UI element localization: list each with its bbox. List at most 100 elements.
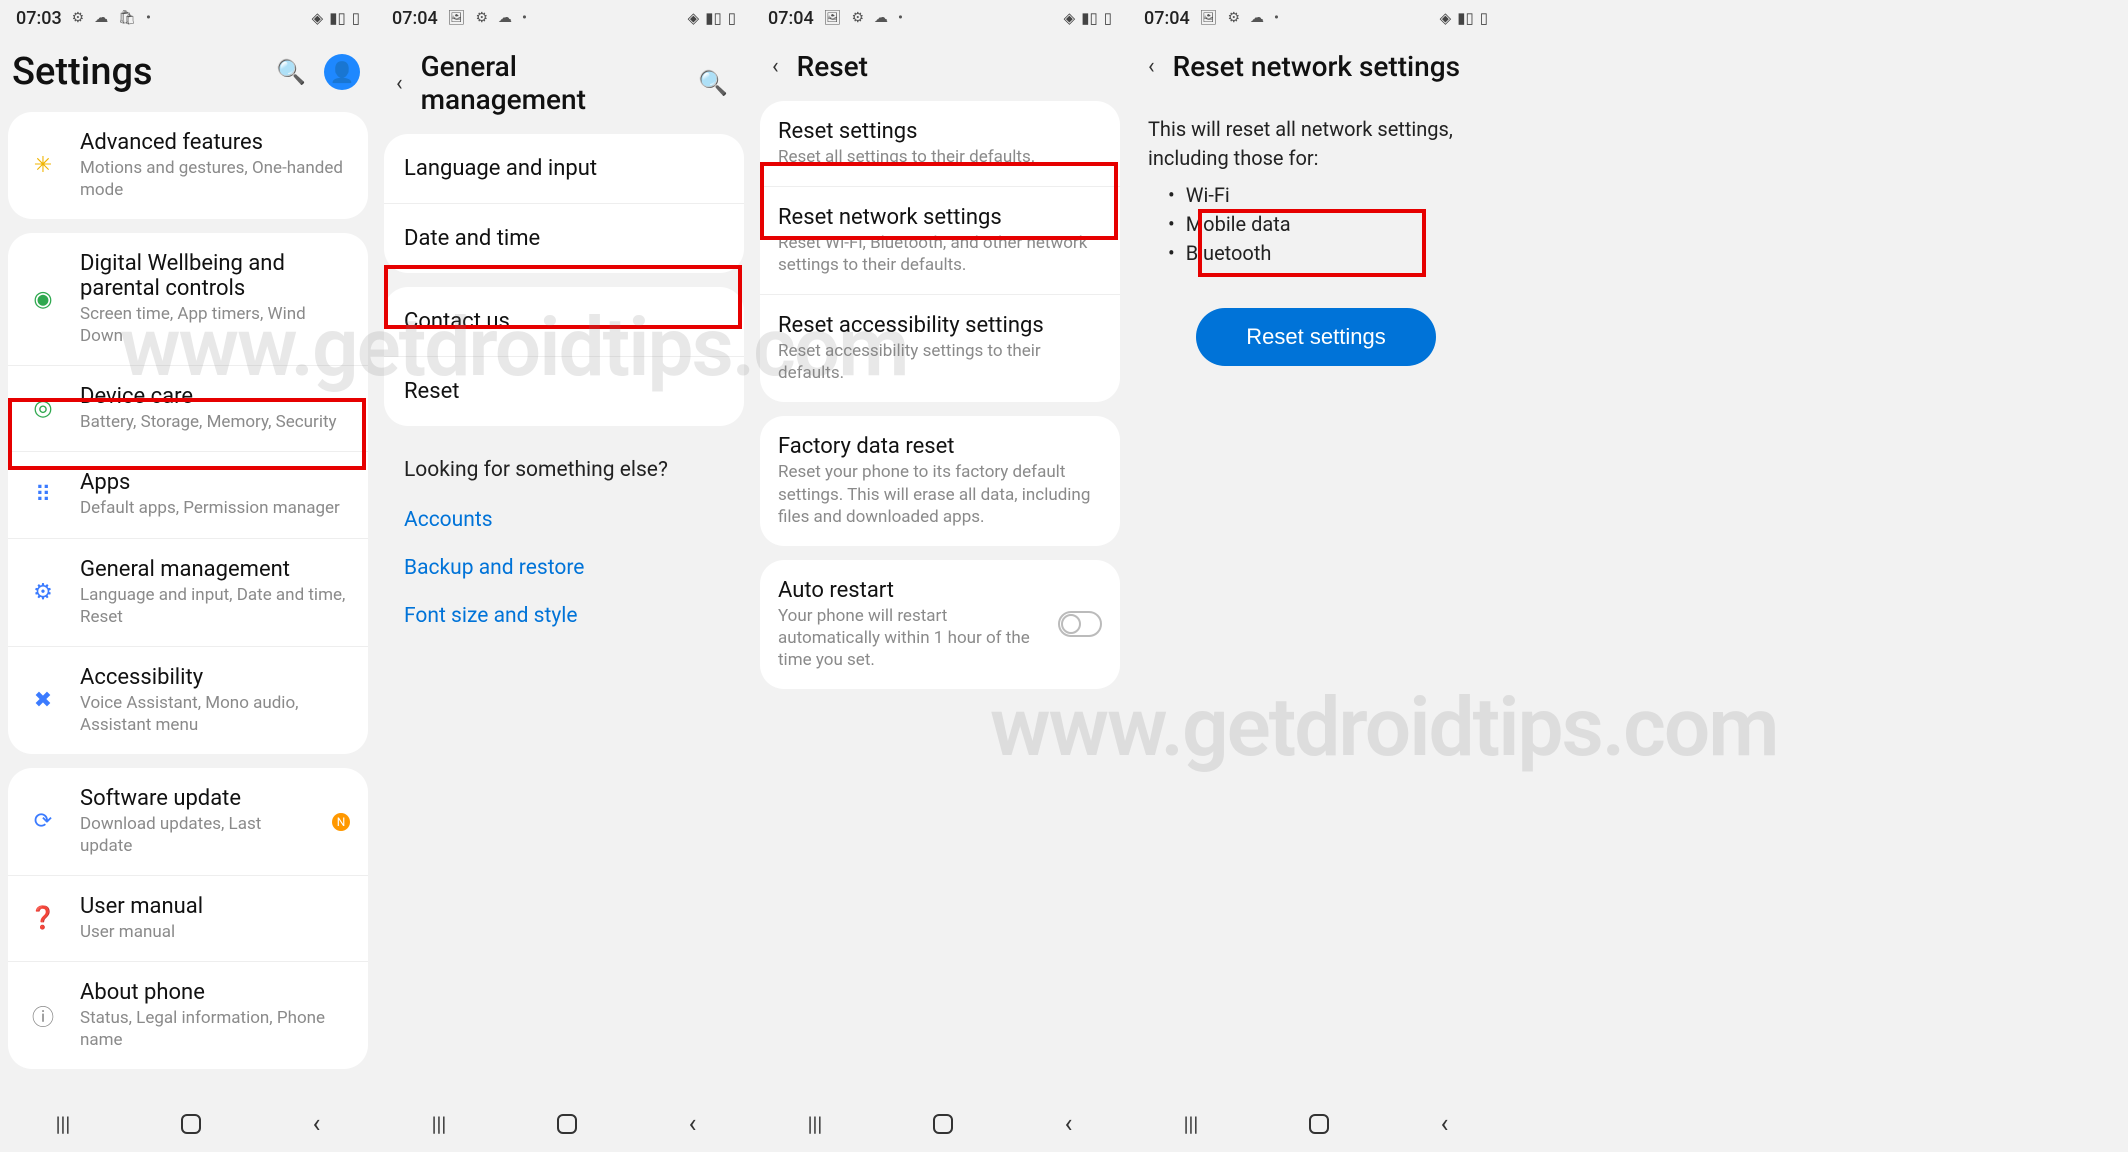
item-contact-us[interactable]: Contact us [384,287,744,357]
nav-back-icon[interactable]: ‹ [689,1109,697,1139]
item-language-input[interactable]: Language and input [384,134,744,204]
page-title: Settings [12,50,258,94]
nav-back-icon[interactable]: ‹ [1065,1109,1073,1139]
gear-icon: ⚙ [851,10,864,26]
phone-general-management: 07:04 🖼 ⚙ ☁ • ◈ ▮▯ ▯ ‹ General managemen… [376,0,752,1152]
item-sub: Screen time, App timers, Wind Down [80,303,350,347]
cloud-icon: ☁ [498,10,512,26]
nav-home-icon[interactable] [181,1114,201,1134]
cloud-icon: ☁ [1250,10,1264,26]
cloud-icon: ☁ [94,10,108,26]
item-sub: Motions and gestures, One-handed mode [80,157,350,201]
statusbar: 07:03 ⚙ ☁ 🛍 • ◈ ▮▯ ▯ [0,0,376,36]
general-management-icon: ⚙ [26,575,60,609]
item-factory-data-reset[interactable]: Factory data reset Reset your phone to i… [760,416,1120,545]
item-date-time[interactable]: Date and time [384,204,744,273]
settings-item-apps[interactable]: ⠿ Apps Default apps, Permission manager [8,452,368,538]
image-icon: 🖼 [1200,10,1218,26]
item-sub: Reset all settings to their defaults. [778,146,1102,168]
item-reset[interactable]: Reset [384,357,744,426]
settings-item-digital-wellbeing[interactable]: ◉ Digital Wellbeing and parental control… [8,233,368,366]
item-sub: Download updates, Last update [80,813,312,857]
item-reset-accessibility-settings[interactable]: Reset accessibility settings Reset acces… [760,295,1120,402]
status-time: 07:04 [1144,8,1190,29]
battery-icon: ▯ [1104,9,1112,27]
phone-reset: 07:04 🖼 ⚙ ☁ • ◈ ▮▯ ▯ ‹ Reset Reset setti… [752,0,1128,1152]
status-time: 07:03 [16,8,62,29]
settings-item-accessibility[interactable]: ✖ Accessibility Voice Assistant, Mono au… [8,647,368,754]
search-icon[interactable]: 🔍 [690,69,736,97]
item-title: Reset network settings [778,205,1102,230]
item-title: Reset accessibility settings [778,313,1102,338]
wifi-icon: ◈ [688,9,700,27]
item-sub: Reset your phone to its factory default … [778,461,1102,527]
signal-icon: ▮▯ [1457,9,1474,27]
search-icon[interactable]: 🔍 [268,58,314,86]
content: Language and input Date and time Contact… [376,130,752,1152]
accessibility-icon: ✖ [26,683,60,717]
nav-home-icon[interactable] [933,1114,953,1134]
settings-item-advanced-features[interactable]: ✳ Advanced features Motions and gestures… [8,112,368,219]
nav-recent-icon[interactable]: ||| [1184,1112,1199,1136]
nav-recent-icon[interactable]: ||| [432,1112,447,1136]
nav-home-icon[interactable] [557,1114,577,1134]
navbar: ||| ‹ [1128,1096,1504,1152]
user-manual-icon: ❓ [26,902,60,936]
titlebar: ‹ Reset [752,36,1128,97]
item-reset-network-settings[interactable]: Reset network settings Reset Wi-Fi, Blue… [760,187,1120,295]
nav-back-icon[interactable]: ‹ [1441,1109,1449,1139]
link-backup-restore[interactable]: Backup and restore [404,544,724,592]
auto-restart-toggle[interactable] [1058,611,1102,637]
gear-icon: ⚙ [1227,10,1240,26]
nav-recent-icon[interactable]: ||| [56,1112,71,1136]
wifi-icon: ◈ [312,9,324,27]
item-sub: Language and input, Date and time, Reset [80,584,350,628]
link-accounts[interactable]: Accounts [404,496,724,544]
settings-item-user-manual[interactable]: ❓ User manual User manual [8,876,368,962]
titlebar: Settings 🔍 👤 [0,36,376,108]
nav-back-icon[interactable]: ‹ [313,1109,321,1139]
battery-icon: ▯ [352,9,360,27]
wifi-icon: ◈ [1064,9,1076,27]
nav-recent-icon[interactable]: ||| [808,1112,823,1136]
item-sub: Battery, Storage, Memory, Security [80,411,350,433]
signal-icon: ▮▯ [329,9,346,27]
titlebar: ‹ Reset network settings [1128,36,1504,97]
dot-icon: • [146,10,151,26]
phone-reset-network-settings: 07:04 🖼 ⚙ ☁ • ◈ ▮▯ ▯ ‹ Reset network set… [1128,0,1504,1152]
profile-avatar[interactable]: 👤 [324,54,360,90]
item-title: General management [80,557,350,582]
link-font-size-style[interactable]: Font size and style [404,592,724,640]
titlebar: ‹ General management 🔍 [376,36,752,130]
item-sub: Reset Wi-Fi, Bluetooth, and other networ… [778,232,1102,276]
software-update-icon: ⟳ [26,805,60,839]
content: Reset settings Reset all settings to the… [752,97,1128,1152]
settings-item-about-phone[interactable]: ⓘ About phone Status, Legal information,… [8,962,368,1069]
update-badge: N [332,813,350,831]
reset-settings-button[interactable]: Reset settings [1196,308,1435,366]
back-button[interactable]: ‹ [1140,50,1163,83]
dot-icon: • [522,10,527,26]
navbar: ||| ‹ [376,1096,752,1152]
settings-item-software-update[interactable]: ⟳ Software update Download updates, Last… [8,768,368,876]
apps-icon: ⠿ [26,478,60,512]
signal-icon: ▮▯ [1081,9,1098,27]
bag-icon: 🛍 [118,10,136,26]
item-title: Digital Wellbeing and parental controls [80,251,350,301]
settings-item-general-management[interactable]: ⚙ General management Language and input,… [8,539,368,647]
wifi-icon: ◈ [1440,9,1452,27]
item-title: Auto restart [778,578,1038,603]
item-sub: Your phone will restart automatically wi… [778,605,1038,671]
item-reset-settings[interactable]: Reset settings Reset all settings to the… [760,101,1120,187]
looking-header: Looking for something else? [404,458,724,482]
item-auto-restart[interactable]: Auto restart Your phone will restart aut… [760,560,1120,689]
item-title: Software update [80,786,312,811]
settings-item-device-care[interactable]: ◎ Device care Battery, Storage, Memory, … [8,366,368,452]
image-icon: 🖼 [824,10,842,26]
back-button[interactable]: ‹ [764,50,787,83]
back-button[interactable]: ‹ [388,67,411,100]
nav-home-icon[interactable] [1309,1114,1329,1134]
dot-icon: • [1274,10,1279,26]
looking-else: Looking for something else? Accounts Bac… [384,440,744,650]
item-title: Apps [80,470,350,495]
